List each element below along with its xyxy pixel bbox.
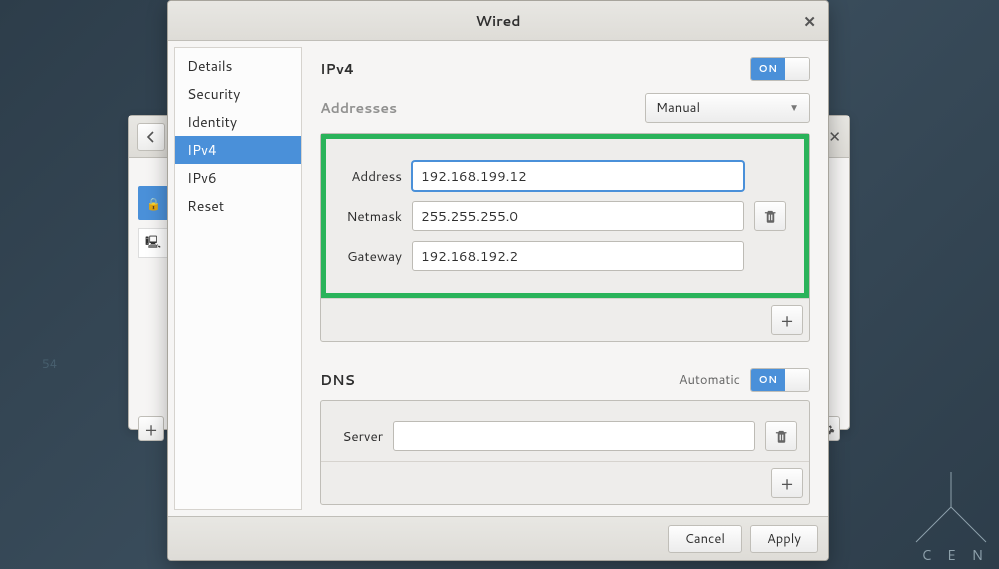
dns-automatic-toggle[interactable]: ON bbox=[750, 368, 810, 392]
add-address-button[interactable]: + bbox=[771, 305, 803, 335]
toggle-knob bbox=[785, 58, 809, 80]
cancel-button[interactable]: Cancel bbox=[668, 525, 742, 553]
sidebar-item-details[interactable]: Details bbox=[175, 52, 301, 80]
wired-settings-dialog: Wired ✕ Details Security Identity IPv4 I… bbox=[167, 0, 829, 561]
delete-address-button[interactable] bbox=[754, 201, 786, 231]
dns-panel: Server + bbox=[320, 400, 810, 505]
dns-automatic-label: Automatic bbox=[679, 371, 740, 389]
sidebar-item-identity[interactable]: Identity bbox=[175, 108, 301, 136]
trash-icon bbox=[774, 429, 789, 444]
dns-heading: DNS bbox=[320, 370, 355, 390]
ipv4-heading: IPv4 bbox=[320, 59, 354, 79]
addresses-method-dropdown[interactable]: Manual ▼ bbox=[645, 93, 810, 123]
delete-dns-button[interactable] bbox=[765, 421, 797, 451]
address-label: Address bbox=[336, 167, 402, 186]
toggle-on-label: ON bbox=[751, 369, 785, 391]
lock-icon: 🔒 bbox=[146, 195, 161, 212]
chevron-down-icon: ▼ bbox=[789, 101, 799, 115]
netmask-label: Netmask bbox=[336, 207, 402, 226]
back-button[interactable] bbox=[137, 123, 165, 151]
dropdown-selected-value: Manual bbox=[656, 99, 700, 117]
dns-server-label: Server bbox=[333, 427, 383, 446]
toggle-on-label: ON bbox=[751, 58, 785, 80]
close-icon[interactable]: ✕ bbox=[803, 11, 816, 32]
plus-icon: + bbox=[781, 311, 793, 329]
dns-server-input[interactable] bbox=[393, 421, 755, 451]
sidebar-item-reset[interactable]: Reset bbox=[175, 192, 301, 220]
add-connection-button[interactable]: + bbox=[138, 416, 164, 441]
sidebar-item-ipv4[interactable]: IPv4 bbox=[175, 136, 301, 164]
netmask-input[interactable] bbox=[412, 201, 744, 231]
close-icon[interactable]: ✕ bbox=[828, 126, 841, 147]
brand-text: C E N bbox=[921, 545, 989, 565]
sidebar-item-ipv6[interactable]: IPv6 bbox=[175, 164, 301, 192]
settings-sidebar: Details Security Identity IPv4 IPv6 Rese… bbox=[174, 47, 302, 510]
ipv4-settings-pane: IPv4 ON Addresses Manual ▼ Address bbox=[302, 41, 828, 516]
centos-logo-fragment bbox=[911, 467, 991, 547]
addresses-panel: Address Netmask Gateway bbox=[320, 133, 810, 342]
computer-icon: 🖳 bbox=[145, 233, 161, 254]
dialog-titlebar: Wired ✕ bbox=[168, 1, 828, 41]
dialog-footer: Cancel Apply bbox=[168, 516, 828, 560]
desktop-text: 54 bbox=[42, 355, 57, 372]
gateway-label: Gateway bbox=[336, 247, 402, 266]
plus-icon: + bbox=[781, 474, 793, 492]
highlight-annotation: Address Netmask Gateway bbox=[321, 134, 809, 298]
ipv4-toggle[interactable]: ON bbox=[750, 57, 810, 81]
add-dns-button[interactable]: + bbox=[771, 468, 803, 498]
trash-icon bbox=[763, 209, 778, 224]
sidebar-item-security[interactable]: Security bbox=[175, 80, 301, 108]
gateway-input[interactable] bbox=[412, 241, 744, 271]
apply-button[interactable]: Apply bbox=[750, 525, 818, 553]
address-input[interactable] bbox=[412, 161, 744, 191]
addresses-heading: Addresses bbox=[320, 98, 397, 118]
toggle-knob bbox=[785, 369, 809, 391]
dialog-title: Wired bbox=[476, 11, 521, 31]
